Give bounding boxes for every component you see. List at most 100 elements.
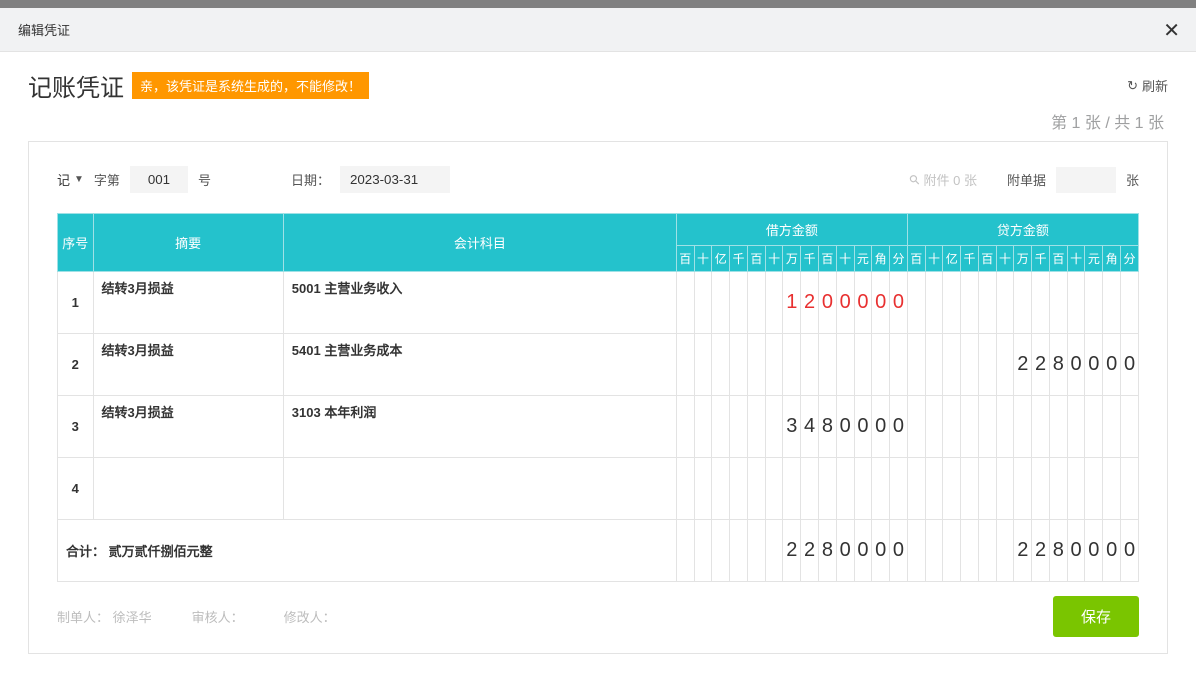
amount-cell[interactable]: 8 bbox=[819, 396, 837, 458]
amount-cell[interactable] bbox=[943, 520, 961, 582]
amount-cell[interactable] bbox=[996, 334, 1014, 396]
amount-cell[interactable] bbox=[978, 272, 996, 334]
amount-cell[interactable] bbox=[978, 396, 996, 458]
amount-cell[interactable] bbox=[747, 334, 765, 396]
amount-cell[interactable] bbox=[694, 458, 712, 520]
amount-cell[interactable] bbox=[694, 334, 712, 396]
amount-cell[interactable]: 0 bbox=[836, 272, 854, 334]
row-account[interactable] bbox=[283, 458, 676, 520]
amount-cell[interactable] bbox=[694, 520, 712, 582]
amount-cell[interactable] bbox=[961, 272, 979, 334]
amount-cell[interactable]: 0 bbox=[1103, 520, 1121, 582]
amount-cell[interactable] bbox=[730, 520, 748, 582]
amount-cell[interactable]: 8 bbox=[1049, 520, 1067, 582]
amount-cell[interactable]: 0 bbox=[1067, 334, 1085, 396]
amount-cell[interactable]: 0 bbox=[872, 520, 890, 582]
amount-cell[interactable] bbox=[1049, 396, 1067, 458]
refresh-button[interactable]: ↻ 刷新 bbox=[1127, 76, 1168, 95]
amount-cell[interactable] bbox=[1049, 272, 1067, 334]
amount-cell[interactable] bbox=[1121, 272, 1139, 334]
amount-cell[interactable] bbox=[872, 458, 890, 520]
amount-cell[interactable] bbox=[676, 396, 694, 458]
amount-cell[interactable] bbox=[730, 458, 748, 520]
amount-cell[interactable] bbox=[1103, 458, 1121, 520]
amount-cell[interactable] bbox=[836, 334, 854, 396]
amount-cell[interactable] bbox=[961, 334, 979, 396]
amount-cell[interactable] bbox=[1014, 458, 1032, 520]
amount-cell[interactable] bbox=[943, 272, 961, 334]
amount-cell[interactable]: 2 bbox=[801, 520, 819, 582]
date-input[interactable] bbox=[340, 166, 450, 193]
amount-cell[interactable] bbox=[694, 396, 712, 458]
amount-cell[interactable] bbox=[1085, 396, 1103, 458]
amount-cell[interactable] bbox=[1067, 458, 1085, 520]
amount-cell[interactable]: 0 bbox=[1121, 520, 1139, 582]
amount-cell[interactable] bbox=[1085, 458, 1103, 520]
amount-cell[interactable] bbox=[1049, 458, 1067, 520]
amount-cell[interactable] bbox=[747, 272, 765, 334]
amount-cell[interactable]: 8 bbox=[1049, 334, 1067, 396]
amount-cell[interactable] bbox=[907, 520, 925, 582]
amount-cell[interactable] bbox=[943, 396, 961, 458]
voucher-no-input[interactable] bbox=[130, 166, 188, 193]
amount-cell[interactable] bbox=[1067, 396, 1085, 458]
voucher-type-dropdown[interactable]: 记 ▼ bbox=[57, 170, 84, 189]
amount-cell[interactable] bbox=[1032, 272, 1050, 334]
save-button[interactable]: 保存 bbox=[1053, 596, 1139, 637]
amount-cell[interactable] bbox=[854, 458, 872, 520]
amount-cell[interactable] bbox=[712, 458, 730, 520]
amount-cell[interactable] bbox=[996, 272, 1014, 334]
amount-cell[interactable] bbox=[996, 520, 1014, 582]
amount-cell[interactable] bbox=[890, 334, 908, 396]
amount-cell[interactable] bbox=[801, 458, 819, 520]
amount-cell[interactable]: 2 bbox=[1032, 520, 1050, 582]
amount-cell[interactable]: 0 bbox=[872, 396, 890, 458]
amount-cell[interactable] bbox=[819, 334, 837, 396]
amount-cell[interactable] bbox=[890, 458, 908, 520]
amount-cell[interactable] bbox=[694, 272, 712, 334]
amount-cell[interactable] bbox=[907, 272, 925, 334]
amount-cell[interactable] bbox=[730, 334, 748, 396]
amount-cell[interactable]: 0 bbox=[1085, 520, 1103, 582]
amount-cell[interactable] bbox=[730, 272, 748, 334]
amount-cell[interactable] bbox=[1121, 396, 1139, 458]
amount-cell[interactable] bbox=[925, 334, 943, 396]
amount-cell[interactable] bbox=[712, 334, 730, 396]
amount-cell[interactable] bbox=[747, 520, 765, 582]
row-summary[interactable]: 结转3月损益 bbox=[93, 334, 283, 396]
amount-cell[interactable] bbox=[996, 458, 1014, 520]
amount-cell[interactable]: 3 bbox=[783, 396, 801, 458]
amount-cell[interactable]: 8 bbox=[819, 520, 837, 582]
amount-cell[interactable] bbox=[1014, 272, 1032, 334]
amount-cell[interactable]: 0 bbox=[872, 272, 890, 334]
amount-cell[interactable]: 0 bbox=[1067, 520, 1085, 582]
amount-cell[interactable]: 0 bbox=[836, 396, 854, 458]
amount-cell[interactable]: 0 bbox=[890, 520, 908, 582]
amount-cell[interactable] bbox=[961, 396, 979, 458]
amount-cell[interactable]: 0 bbox=[819, 272, 837, 334]
amount-cell[interactable] bbox=[765, 396, 783, 458]
close-icon[interactable]: ✕ bbox=[1163, 18, 1180, 43]
amount-cell[interactable]: 2 bbox=[801, 272, 819, 334]
amount-cell[interactable]: 0 bbox=[1103, 334, 1121, 396]
amount-cell[interactable]: 0 bbox=[1121, 334, 1139, 396]
amount-cell[interactable]: 0 bbox=[1085, 334, 1103, 396]
amount-cell[interactable] bbox=[1121, 458, 1139, 520]
amount-cell[interactable] bbox=[801, 334, 819, 396]
amount-cell[interactable] bbox=[1032, 458, 1050, 520]
att-sheets-input[interactable] bbox=[1056, 167, 1116, 193]
amount-cell[interactable] bbox=[943, 458, 961, 520]
attachment-link[interactable]: ⚲ 附件 0 张 bbox=[910, 170, 977, 189]
amount-cell[interactable] bbox=[925, 396, 943, 458]
amount-cell[interactable] bbox=[961, 520, 979, 582]
amount-cell[interactable] bbox=[676, 272, 694, 334]
amount-cell[interactable] bbox=[676, 458, 694, 520]
amount-cell[interactable]: 0 bbox=[854, 520, 872, 582]
amount-cell[interactable]: 0 bbox=[890, 396, 908, 458]
amount-cell[interactable]: 0 bbox=[836, 520, 854, 582]
amount-cell[interactable] bbox=[925, 520, 943, 582]
amount-cell[interactable] bbox=[836, 458, 854, 520]
amount-cell[interactable] bbox=[819, 458, 837, 520]
amount-cell[interactable] bbox=[907, 458, 925, 520]
amount-cell[interactable] bbox=[765, 334, 783, 396]
